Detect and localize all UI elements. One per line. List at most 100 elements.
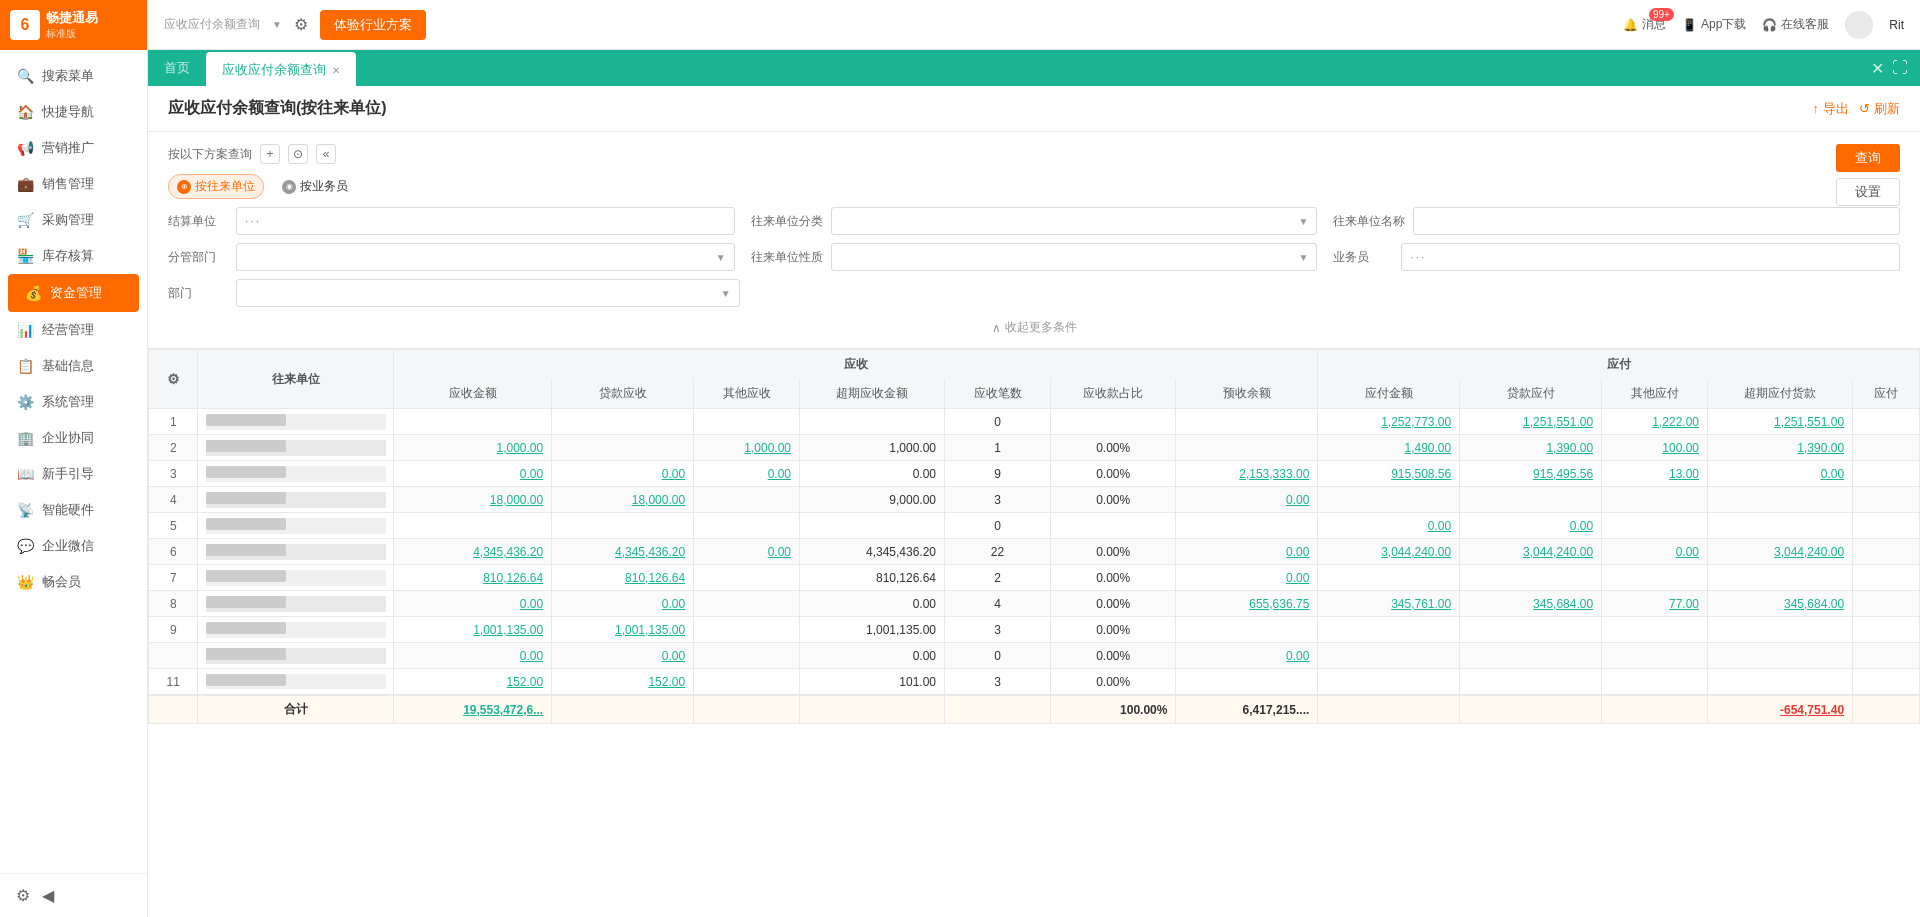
export-icon: ↑ [1813, 101, 1820, 116]
sidebar-item-wechat[interactable]: 💬 企业微信 [0, 528, 147, 564]
th-ap-group: 应付 [1318, 350, 1920, 380]
table-container[interactable]: ⚙ 往来单位 应收 应付 应收金额 贷款应收 其他应收 超期应收金额 应收笔数 … [148, 349, 1920, 917]
collapse-icon: ∧ [992, 321, 1001, 335]
sidebar-item-system[interactable]: ⚙️ 系统管理 [0, 384, 147, 420]
th-ap-other: 其他应付 [1602, 379, 1708, 409]
sidebar-item-label: 库存核算 [42, 247, 94, 265]
sidebar-item-inventory[interactable]: 🏪 库存核算 [0, 238, 147, 274]
enterprise-icon: 🏢 [16, 429, 34, 447]
sidebar-item-label: 资金管理 [50, 284, 102, 302]
solution-button[interactable]: 体验行业方案 [320, 10, 426, 40]
sidebar-item-label: 智能硬件 [42, 501, 94, 519]
table-row: 21,000.001,000.001,000.0010.00%1,490.001… [149, 435, 1920, 461]
filter-field-partner-name: 往来单位名称 [1333, 207, 1900, 235]
partner-nature-select[interactable]: ▼ [831, 243, 1318, 271]
sidebar-item-basic-info[interactable]: 📋 基础信息 [0, 348, 147, 384]
dept-select[interactable]: ▼ [236, 279, 740, 307]
filter-row-3: 部门 ▼ [168, 279, 1900, 307]
footer-ap-loan [1460, 695, 1602, 724]
user-name: Rit [1889, 18, 1904, 32]
marketing-icon: 📢 [16, 139, 34, 157]
th-ar-group: 应收 [394, 350, 1318, 380]
sidebar-item-label: 经营管理 [42, 321, 94, 339]
inventory-icon: 🏪 [16, 247, 34, 265]
refresh-button[interactable]: ↺ 刷新 [1859, 100, 1900, 118]
footer-ar-overdue [800, 695, 945, 724]
footer-empty-num [149, 695, 198, 724]
app-download-button[interactable]: 📱 App下载 [1682, 16, 1746, 33]
hardware-icon: 📡 [16, 501, 34, 519]
sidebar-item-member[interactable]: 👑 畅会员 [0, 564, 147, 600]
settings-icon[interactable]: ⚙ [16, 886, 30, 905]
search-menu-icon: 🔍 [16, 67, 34, 85]
dept-manager-select[interactable]: ▼ [236, 243, 735, 271]
topbar: 应收应付余额查询 ▼ ⚙ 体验行业方案 🔔 消息 99+ 📱 App下载 🎧 在… [148, 0, 1920, 50]
scheme-salesman-icon: ◉ [282, 180, 296, 194]
partner-name-input[interactable] [1413, 207, 1900, 235]
sidebar-item-finance[interactable]: 💰 资金管理 [8, 274, 139, 312]
tab-home[interactable]: 首页 [148, 50, 206, 86]
th-ap-overdue: 超期应付货款 [1708, 379, 1853, 409]
filter-add-button[interactable]: + [260, 144, 280, 164]
collapse-conditions-button[interactable]: ∧ 收起更多条件 [992, 319, 1077, 336]
sidebar-item-label: 搜索菜单 [42, 67, 94, 85]
dept-manager-label: 分管部门 [168, 249, 228, 266]
settlement-unit-input[interactable]: ··· [236, 207, 735, 235]
sidebar-menu: 🔍 搜索菜单 🏠 快捷导航 📢 营销推广 💼 销售管理 🛒 采购管理 🏪 库存核… [0, 50, 147, 873]
sidebar-item-quick-nav[interactable]: 🏠 快捷导航 [0, 94, 147, 130]
sidebar-item-purchase[interactable]: 🛒 采购管理 [0, 202, 147, 238]
filter-settings-button[interactable]: ⊙ [288, 144, 308, 164]
footer-ar-count [945, 695, 1051, 724]
sidebar-footer: ⚙ ◀ [0, 873, 147, 917]
sidebar-item-guide[interactable]: 📖 新手引导 [0, 456, 147, 492]
filter-collapse-button[interactable]: « [316, 144, 336, 164]
query-button[interactable]: 查询 [1836, 144, 1900, 172]
tabbar-controls: ✕ ⛶ [1871, 59, 1920, 78]
filter-scheme: ⊕ 按往来单位 ◉ 按业务员 [168, 174, 1900, 199]
data-table: ⚙ 往来单位 应收 应付 应收金额 贷款应收 其他应收 超期应收金额 应收笔数 … [148, 349, 1920, 724]
wechat-icon: 💬 [16, 537, 34, 555]
scheme-by-salesman[interactable]: ◉ 按业务员 [274, 175, 356, 198]
dept-chevron: ▼ [721, 288, 731, 299]
page-title: 应收应付余额查询(按往来单位) [168, 98, 387, 119]
footer-label: 合计 [198, 695, 394, 724]
th-ar-loan: 贷款应收 [552, 379, 694, 409]
filter-collapse-section: ∧ 收起更多条件 [168, 315, 1900, 340]
tab-close-icon[interactable]: ✕ [332, 65, 340, 76]
purchase-icon: 🛒 [16, 211, 34, 229]
table-gear-icon[interactable]: ⚙ [167, 371, 180, 387]
close-window-icon[interactable]: ✕ [1871, 59, 1884, 78]
sidebar-item-business[interactable]: 📊 经营管理 [0, 312, 147, 348]
tab-ar-ap-label: 应收应付余额查询 [222, 61, 326, 79]
topbar-gear-icon[interactable]: ⚙ [294, 15, 308, 34]
query-buttons: 查询 设置 [1836, 144, 1900, 206]
notifications-button[interactable]: 🔔 消息 99+ [1623, 16, 1666, 33]
sidebar-item-enterprise[interactable]: 🏢 企业协同 [0, 420, 147, 456]
footer-ar-amount[interactable]: 19,553,472,6... [394, 695, 552, 724]
sidebar-item-hardware[interactable]: 📡 智能硬件 [0, 492, 147, 528]
dept-manager-chevron: ▼ [716, 252, 726, 263]
sidebar-item-sales[interactable]: 💼 销售管理 [0, 166, 147, 202]
th-ar-prepay: 预收余额 [1176, 379, 1318, 409]
online-service-button[interactable]: 🎧 在线客服 [1762, 16, 1829, 33]
phone-icon: 📱 [1682, 18, 1697, 32]
salesman-input[interactable]: ··· [1401, 243, 1900, 271]
user-avatar[interactable] [1845, 11, 1873, 39]
th-gear[interactable]: ⚙ [149, 350, 198, 409]
table-row: 7810,126.64810,126.64810,126.6420.00%0.0… [149, 565, 1920, 591]
sidebar-item-marketing[interactable]: 📢 营销推广 [0, 130, 147, 166]
fullscreen-icon[interactable]: ⛶ [1892, 59, 1908, 77]
footer-ap-overdue[interactable]: -654,751.40 [1708, 695, 1853, 724]
export-button[interactable]: ↑ 导出 [1813, 100, 1850, 118]
filter-label: 按以下方案查询 [168, 146, 252, 163]
partner-category-select[interactable]: ▼ [831, 207, 1318, 235]
sidebar: 6 畅捷通易 标准版 🔍 搜索菜单 🏠 快捷导航 📢 营销推广 💼 销售管理 🛒… [0, 0, 148, 917]
sidebar-item-search-menu[interactable]: 🔍 搜索菜单 [0, 58, 147, 94]
tab-ar-ap[interactable]: 应收应付余额查询 ✕ [206, 52, 356, 88]
partner-nature-label: 往来单位性质 [751, 249, 823, 266]
dept-label: 部门 [168, 285, 228, 302]
filter-header: 按以下方案查询 + ⊙ « [168, 144, 1900, 164]
scheme-by-partner[interactable]: ⊕ 按往来单位 [168, 174, 264, 199]
table-settings-button[interactable]: 设置 [1836, 178, 1900, 206]
collapse-sidebar-icon[interactable]: ◀ [42, 886, 54, 905]
